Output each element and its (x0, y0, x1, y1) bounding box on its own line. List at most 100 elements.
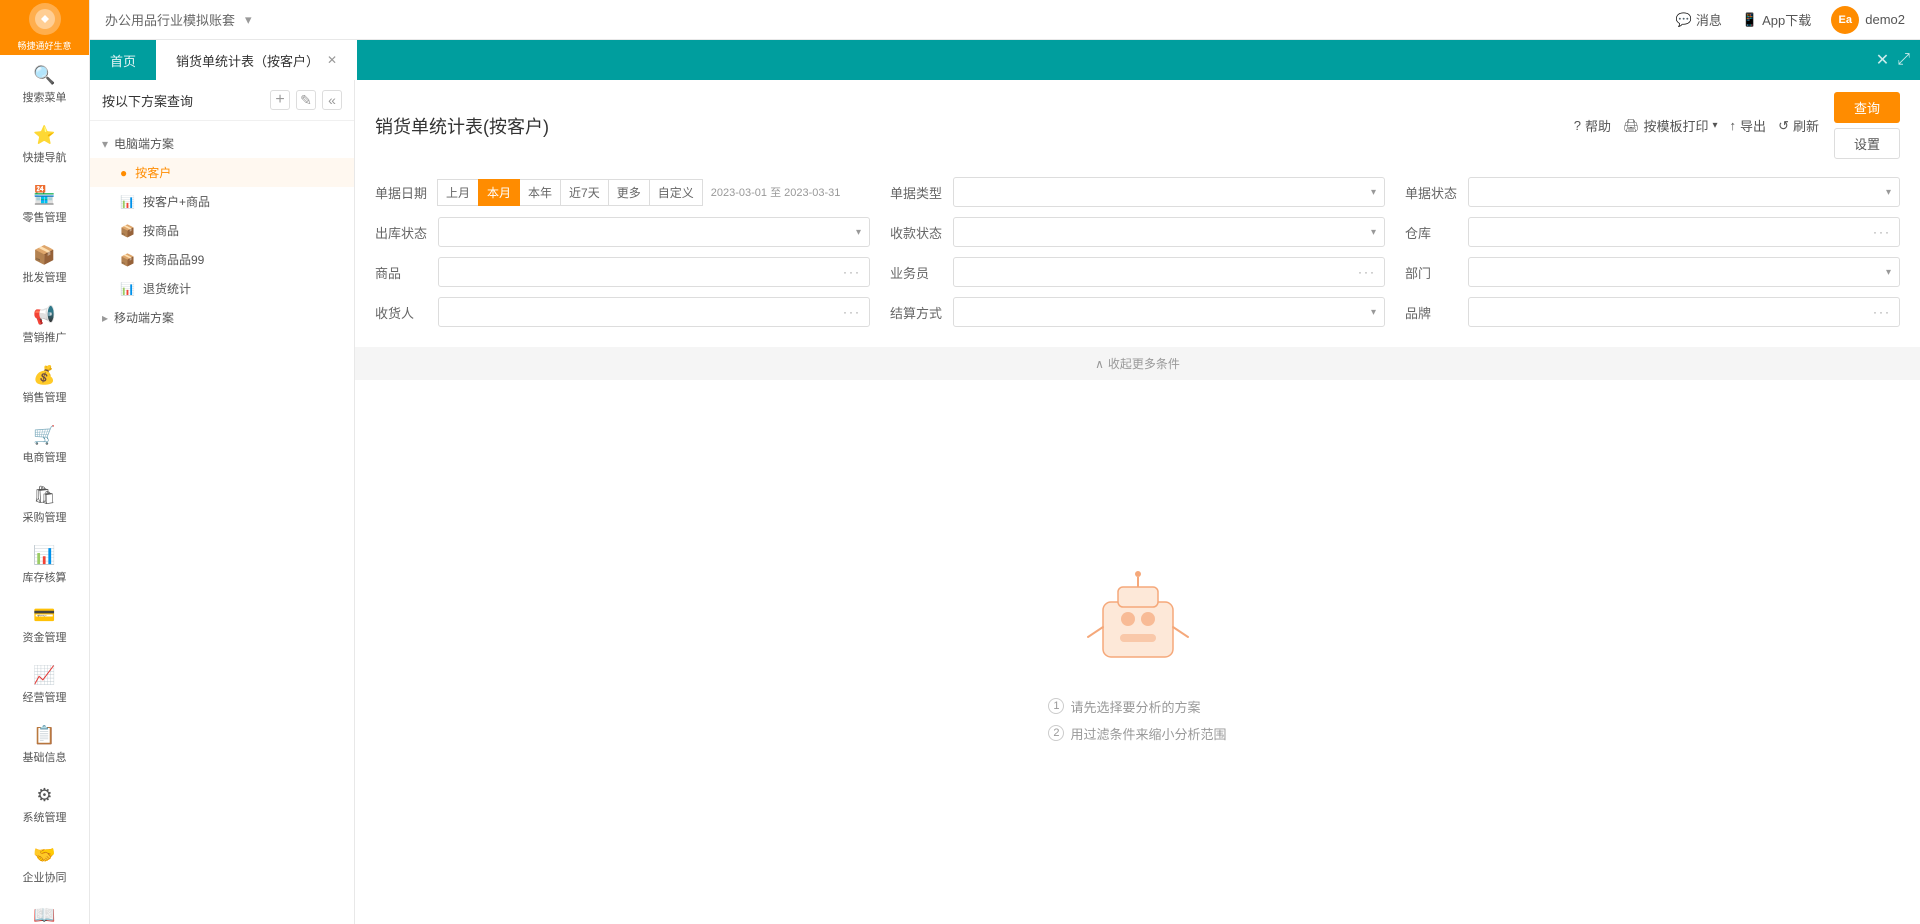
user-name: demo2 (1865, 12, 1905, 27)
sidebar-item-system-mgmt[interactable]: ⚙ 系统管理 (0, 775, 90, 835)
settlement-arrow: ▾ (1371, 307, 1376, 318)
user-area[interactable]: Ea demo2 (1831, 6, 1905, 34)
scheme-panel: 按以下方案查询 + ✎ « ▾ 电脑端方案 ● 按客户 (90, 80, 355, 924)
sidebar-item-purchase[interactable]: 🛍 采购管理 (0, 475, 90, 535)
tab-close-window-icon[interactable]: ✕ (1876, 50, 1889, 70)
date-range: 2023-03-01 至 2023-03-31 (711, 184, 841, 200)
scheme-tree: ▾ 电脑端方案 ● 按客户 📊 按客户+商品 📦 按商品 (90, 121, 354, 924)
tip-num-2: 2 (1048, 725, 1064, 741)
scheme-panel-title: 按以下方案查询 (102, 91, 193, 110)
sidebar-item-retail-mgmt[interactable]: 🏪 零售管理 (0, 175, 90, 235)
collapse-icon: ∧ (1095, 357, 1104, 371)
message-label: 消息 (1696, 10, 1722, 29)
sidebar-item-finance[interactable]: 💳 资金管理 (0, 595, 90, 655)
brand-control[interactable]: ··· (1468, 297, 1900, 327)
query-button[interactable]: 查询 (1834, 92, 1900, 123)
sidebar-item-operation[interactable]: 📈 经营管理 (0, 655, 90, 715)
filter-row-2: 出库状态 ▾ 收款状态 ▾ 仓库 (375, 217, 1900, 247)
sidebar-item-marketing[interactable]: 📢 营销推广 (0, 295, 90, 355)
collapse-label: 收起更多条件 (1108, 355, 1180, 372)
logo-subtitle: 畅捷通好生意 (17, 39, 71, 52)
sidebar-item-sales-mgmt[interactable]: 💰 销售管理 (0, 355, 90, 415)
sidebar-item-new-guide[interactable]: 📖 新手引导 (0, 895, 90, 924)
tab-sales-stats-label: 销货单统计表（按客户） (176, 51, 319, 70)
tip-item-2: 2 用过滤条件来缩小分析范围 (1048, 724, 1226, 743)
filter-brand: 品牌 ··· (1405, 297, 1900, 327)
tree-item-by-goods[interactable]: 📦 按商品 (90, 216, 354, 245)
status-arrow: ▾ (1886, 187, 1891, 198)
tab-home[interactable]: 首页 (90, 40, 156, 80)
department-arrow: ▾ (1886, 267, 1891, 278)
date-tabs: 上月 本月 本年 近7天 更多 自定义 (438, 179, 703, 206)
setting-button[interactable]: 设置 (1834, 128, 1900, 159)
template-print-button[interactable]: 🖨 按模板打印 ▾ (1623, 116, 1718, 135)
collapse-bar[interactable]: ∧ 收起更多条件 (355, 347, 1920, 380)
message-button[interactable]: 💬 消息 (1676, 10, 1722, 29)
system-mgmt-label: 系统管理 (23, 809, 67, 825)
date-tab-custom[interactable]: 自定义 (649, 179, 703, 206)
filter-type: 单据类型 ▾ (890, 177, 1385, 207)
tree-item-by-customer-goods[interactable]: 📊 按客户+商品 (90, 187, 354, 216)
sidebar-item-quick-nav[interactable]: ⭐ 快捷导航 (0, 115, 90, 175)
refresh-button[interactable]: ↺ 刷新 (1778, 116, 1819, 135)
help-button[interactable]: ? 帮助 (1574, 116, 1611, 135)
date-tab-this-month[interactable]: 本月 (478, 179, 520, 206)
goods-control[interactable]: ··· (438, 257, 870, 287)
scheme-collapse-icon[interactable]: « (322, 90, 342, 110)
app-download-button[interactable]: 📱 App下载 (1742, 10, 1811, 29)
filter-status: 单据状态 ▾ (1405, 177, 1900, 207)
salesperson-control[interactable]: ··· (953, 257, 1385, 287)
tree-item-label-4: 按商品品99 (143, 251, 204, 268)
date-tab-7days[interactable]: 近7天 (560, 179, 609, 206)
sidebar-item-basic-info[interactable]: 📋 基础信息 (0, 715, 90, 775)
tab-sales-stats[interactable]: 销货单统计表（按客户） ✕ (156, 40, 357, 80)
out-status-control[interactable]: ▾ (438, 217, 870, 247)
sidebar-item-enterprise-agreement[interactable]: 🤝 企业协同 (0, 835, 90, 895)
finance-icon: 💳 (33, 605, 55, 626)
out-status-label: 出库状态 (375, 223, 430, 242)
tree-group-mobile-title[interactable]: ▸ 移动端方案 (90, 303, 354, 332)
recipient-control[interactable]: ··· (438, 297, 870, 327)
status-control[interactable]: ▾ (1468, 177, 1900, 207)
tree-item-return-stats[interactable]: 📊 退货统计 (90, 274, 354, 303)
tab-close-icon[interactable]: ✕ (327, 53, 337, 67)
app-title-dropdown-icon[interactable]: ▾ (245, 12, 252, 28)
date-tab-last-month[interactable]: 上月 (437, 179, 479, 206)
tree-item-by-goods-99[interactable]: 📦 按商品品99 (90, 245, 354, 274)
tree-group-chevron: ▾ (102, 137, 108, 151)
avatar: Ea (1831, 6, 1859, 34)
sidebar-item-inventory[interactable]: 📊 库存核算 (0, 535, 90, 595)
settlement-control[interactable]: ▾ (953, 297, 1385, 327)
tree-group-desktop-title[interactable]: ▾ 电脑端方案 (90, 129, 354, 158)
retail-mgmt-label: 零售管理 (23, 209, 67, 225)
message-icon: 💬 (1676, 12, 1692, 28)
department-control[interactable]: ▾ (1468, 257, 1900, 287)
type-control[interactable]: ▾ (953, 177, 1385, 207)
tree-item-by-customer[interactable]: ● 按客户 (90, 158, 354, 187)
sidebar-item-wholesale-mgmt[interactable]: 📦 批发管理 (0, 235, 90, 295)
refresh-label: 刷新 (1793, 116, 1819, 135)
help-icon: ? (1574, 118, 1581, 133)
tab-home-label: 首页 (110, 51, 136, 70)
date-tab-more[interactable]: 更多 (608, 179, 650, 206)
scheme-edit-icon[interactable]: ✎ (296, 90, 316, 110)
tab-fullscreen-icon[interactable]: ⤢ (1897, 51, 1910, 69)
search-menu-label: 搜索菜单 (23, 89, 67, 105)
receipt-status-control[interactable]: ▾ (953, 217, 1385, 247)
filter-settlement: 结算方式 ▾ (890, 297, 1385, 327)
main-wrapper: 办公用品行业模拟账套 ▾ 💬 消息 📱 App下载 Ea demo2 首页 销货… (90, 0, 1920, 924)
sidebar-item-search-menu[interactable]: 🔍 搜索菜单 (0, 55, 90, 115)
page-content: 按以下方案查询 + ✎ « ▾ 电脑端方案 ● 按客户 (90, 80, 1920, 924)
filter-date: 单据日期 上月 本月 本年 近7天 更多 自定义 2023-03-01 至 20… (375, 179, 870, 206)
warehouse-control[interactable]: ··· (1468, 217, 1900, 247)
settlement-label: 结算方式 (890, 303, 945, 322)
export-button[interactable]: ↑ 导出 (1730, 116, 1767, 135)
tree-item-label-2: 按客户+商品 (143, 193, 210, 210)
type-arrow: ▾ (1371, 187, 1376, 198)
retail-mgmt-icon: 🏪 (33, 185, 55, 206)
date-tab-this-year[interactable]: 本年 (519, 179, 561, 206)
salesperson-label: 业务员 (890, 263, 945, 282)
sidebar-item-ecommerce[interactable]: 🛒 电商管理 (0, 415, 90, 475)
receipt-status-arrow: ▾ (1371, 227, 1376, 238)
scheme-add-icon[interactable]: + (270, 90, 290, 110)
